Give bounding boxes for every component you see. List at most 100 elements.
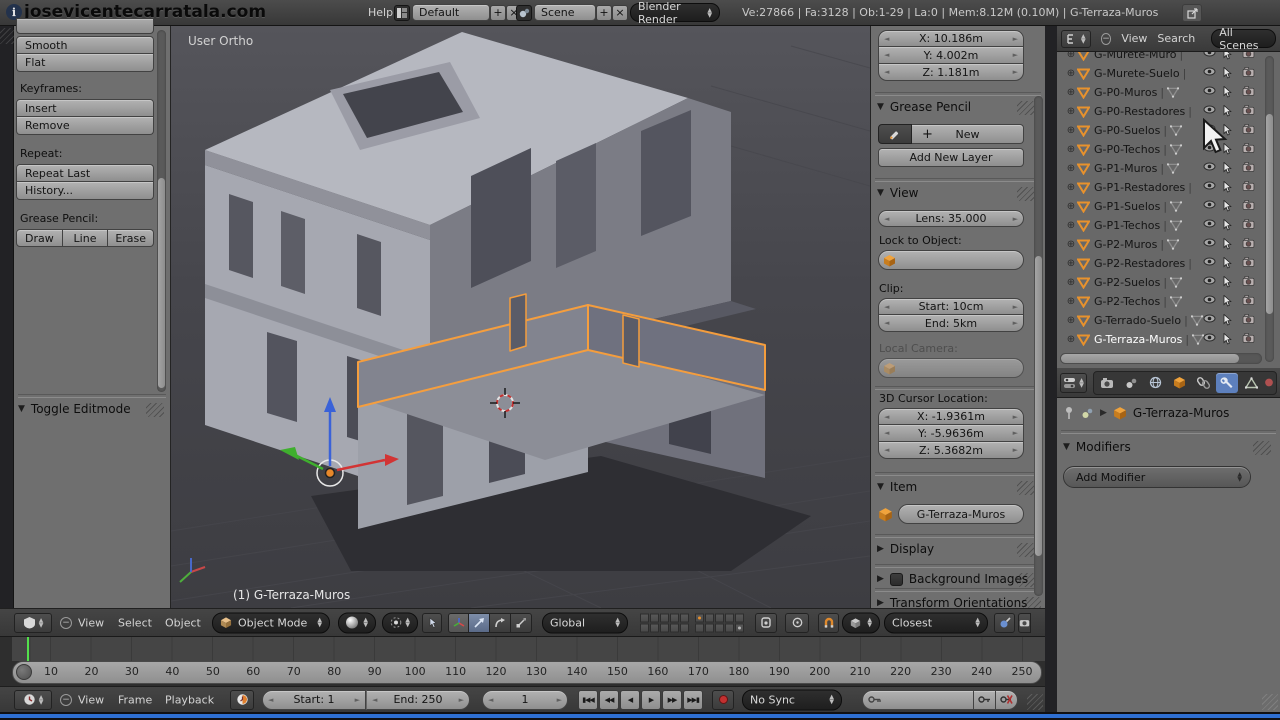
lock-to-scene-icon[interactable]: [755, 612, 777, 633]
n-panel-scrollbar[interactable]: [1034, 96, 1043, 596]
visibility-eye-icon[interactable]: [1203, 257, 1216, 266]
layer-cell[interactable]: [725, 623, 734, 632]
grease-pencil-panel-header[interactable]: ▼ Grease Pencil: [877, 100, 1037, 115]
rotate-widget-button[interactable]: [490, 612, 511, 633]
expand-icon[interactable]: ⊕: [1065, 68, 1077, 79]
gp-line-button[interactable]: Line: [62, 229, 109, 247]
tab-scene[interactable]: [1120, 373, 1142, 393]
remove-keyframe-button[interactable]: Remove: [16, 117, 154, 135]
layer-cell[interactable]: [715, 613, 724, 622]
pivot-point-select[interactable]: ▲ ▼: [382, 612, 418, 633]
layer-cell[interactable]: [715, 623, 724, 632]
window-duplicate-icon[interactable]: [1182, 4, 1202, 22]
scale-widget-button[interactable]: [511, 612, 532, 633]
layer-cell[interactable]: [640, 613, 649, 622]
layer-cell[interactable]: [725, 613, 734, 622]
visibility-eye-icon[interactable]: [1203, 105, 1216, 114]
dimension-y-field[interactable]: ◄ Y: 4.002m ►: [878, 47, 1024, 64]
tab-material-clipped[interactable]: [1264, 373, 1274, 393]
layers-grid-2[interactable]: [695, 613, 744, 632]
opengl-render-camera-icon[interactable]: [1018, 612, 1031, 633]
outliner-item[interactable]: ⊕ G-P0-Restadores |: [1057, 102, 1280, 121]
layer-cell[interactable]: [660, 623, 669, 632]
selectability-cursor-icon[interactable]: [1223, 105, 1232, 117]
menu-help[interactable]: Help: [368, 6, 393, 19]
renderability-camera-icon[interactable]: [1242, 105, 1255, 115]
current-frame-marker[interactable]: [27, 637, 29, 661]
collapse-menus-icon[interactable]: −: [1100, 32, 1112, 45]
lens-field[interactable]: ◄ Lens: 35.000 ►: [878, 210, 1024, 227]
translate-widget-button[interactable]: [469, 612, 490, 633]
viewport-canvas[interactable]: [171, 26, 870, 608]
scene-icon[interactable]: [516, 4, 532, 21]
renderability-camera-icon[interactable]: [1242, 67, 1255, 77]
ruler-end-knob[interactable]: [16, 664, 32, 680]
expand-icon[interactable]: ⊕: [1065, 277, 1077, 288]
add-scene-button[interactable]: +: [596, 4, 612, 21]
renderability-camera-icon[interactable]: [1242, 333, 1255, 343]
visibility-eye-icon[interactable]: [1203, 295, 1216, 304]
cursor-z-field[interactable]: ◄ Z: 5.3682m ►: [878, 442, 1024, 459]
insert-keyframe-button[interactable]: [974, 689, 996, 710]
visibility-eye-icon[interactable]: [1203, 181, 1216, 190]
proportional-edit-select[interactable]: [785, 612, 809, 633]
clip-end-field[interactable]: ◄ End: 5km ►: [878, 315, 1024, 332]
grease-pencil-icon-button[interactable]: [878, 124, 912, 144]
layer-cell[interactable]: [680, 613, 689, 622]
snap-element-select[interactable]: ▲ ▼: [842, 612, 880, 633]
editor-type-button[interactable]: ▲ ▼: [1061, 29, 1091, 48]
add-new-layer-button[interactable]: Add New Layer: [878, 148, 1024, 167]
insert-keyframe-button[interactable]: Insert: [16, 99, 154, 117]
frame-start-field[interactable]: ◄ Start: 1 ►: [262, 689, 366, 710]
renderability-camera-icon[interactable]: [1242, 86, 1255, 96]
outliner-item[interactable]: ⊕ G-P1-Techos |: [1057, 216, 1280, 235]
timeline-plot-area[interactable]: [12, 637, 1045, 661]
renderability-camera-icon[interactable]: [1242, 314, 1255, 324]
sync-mode-select[interactable]: No Sync ▲ ▼: [742, 689, 842, 710]
keying-set-field[interactable]: [862, 689, 974, 710]
renderability-camera-icon[interactable]: [1242, 276, 1255, 286]
expand-icon[interactable]: ⊕: [1065, 201, 1077, 212]
menu-view[interactable]: View: [78, 616, 104, 629]
corner-resize-grip[interactable]: [1262, 694, 1278, 710]
cube-icon[interactable]: [1113, 406, 1127, 420]
play-button[interactable]: ▶: [641, 689, 661, 710]
tab-render[interactable]: [1096, 373, 1118, 393]
viewport-3d[interactable]: User Ortho (1) G-Terraza-Muros: [171, 26, 870, 608]
layer-cell[interactable]: [670, 623, 679, 632]
layer-cell[interactable]: [650, 613, 659, 622]
selectability-cursor-icon[interactable]: [1223, 219, 1232, 231]
renderability-camera-icon[interactable]: [1242, 181, 1255, 191]
layer-cell[interactable]: [695, 623, 704, 632]
outliner-scope-select[interactable]: All Scenes: [1211, 26, 1276, 52]
editor-type-button[interactable]: ▲ ▼: [14, 689, 52, 710]
snap-target-select[interactable]: Closest ▲ ▼: [884, 612, 988, 633]
editor-type-button[interactable]: ▲ ▼: [14, 612, 52, 633]
operator-panel-header[interactable]: ▼ Toggle Editmode: [18, 402, 166, 417]
gp-erase-button[interactable]: Erase: [108, 229, 155, 247]
layers-grid-1[interactable]: [640, 613, 689, 632]
renderability-camera-icon[interactable]: [1242, 162, 1255, 172]
pin-icon[interactable]: [1063, 406, 1075, 420]
frame-end-field[interactable]: ◄ End: 250 ►: [366, 689, 470, 710]
outliner-item[interactable]: ⊕ G-Murete-Suelo |: [1057, 64, 1280, 83]
selectability-cursor-icon[interactable]: [1223, 238, 1232, 250]
layer-cell[interactable]: [640, 623, 649, 632]
visibility-eye-icon[interactable]: [1203, 276, 1216, 285]
outliner-vscrollbar[interactable]: [1265, 56, 1274, 362]
tab-object-data[interactable]: [1240, 373, 1262, 393]
selectability-cursor-icon[interactable]: [1223, 295, 1232, 307]
expand-icon[interactable]: ⊕: [1065, 106, 1077, 117]
visibility-eye-icon[interactable]: [1203, 86, 1216, 95]
viewport-shading-select[interactable]: ▲ ▼: [338, 612, 376, 633]
add-modifier-dropdown[interactable]: Add Modifier ▲ ▼: [1063, 466, 1251, 488]
outliner-item[interactable]: ⊕ G-P0-Suelos |: [1057, 121, 1280, 140]
collapse-menus-icon[interactable]: −: [60, 693, 72, 706]
item-panel-header[interactable]: ▼ Item: [877, 480, 1037, 495]
cursor-y-field[interactable]: ◄ Y: -5.9636m ►: [878, 425, 1024, 442]
lock-to-object-field[interactable]: [878, 250, 1024, 270]
outliner-item[interactable]: ⊕ G-P0-Muros |: [1057, 83, 1280, 102]
render-preview-icon[interactable]: [994, 612, 1015, 633]
outliner-menu-search[interactable]: Search: [1157, 32, 1195, 45]
renderability-camera-icon[interactable]: [1242, 124, 1255, 134]
